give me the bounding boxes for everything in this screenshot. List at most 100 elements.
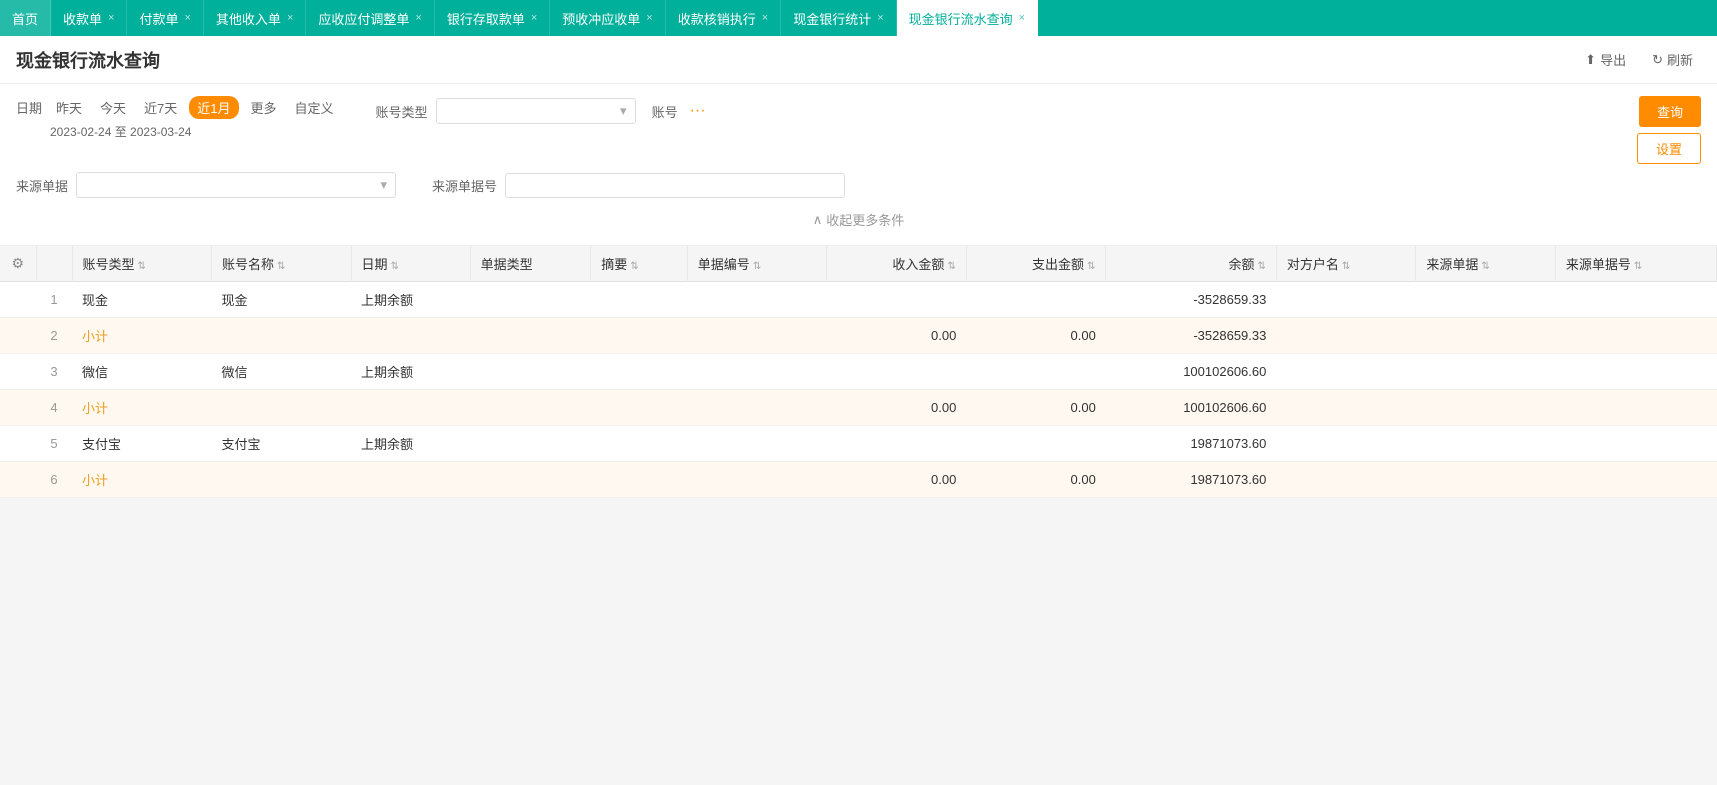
row-expense xyxy=(966,282,1106,318)
row-acct-type: 小计 xyxy=(72,390,212,426)
chevron-up-icon: ∧ xyxy=(813,212,823,228)
close-icon[interactable]: × xyxy=(415,12,421,24)
sort-icon: ⇅ xyxy=(753,261,761,272)
query-button[interactable]: 查询 xyxy=(1639,96,1701,127)
row-doc-no xyxy=(687,462,827,498)
table-row: 2 小计 0.00 0.00 -3528659.33 xyxy=(0,318,1717,354)
row-doc-no xyxy=(687,390,827,426)
col-expense[interactable]: 支出金额⇅ xyxy=(966,246,1106,282)
row-summary xyxy=(591,390,688,426)
col-source-doc-no[interactable]: 来源单据号⇅ xyxy=(1555,246,1716,282)
row-doc-no xyxy=(687,354,827,390)
col-acct-type[interactable]: 账号类型⇅ xyxy=(72,246,212,282)
col-source-doc[interactable]: 来源单据⇅ xyxy=(1416,246,1556,282)
row-balance: 19871073.60 xyxy=(1106,426,1277,462)
tab-receipt[interactable]: 收款单 × xyxy=(51,0,127,36)
row-balance: 100102606.60 xyxy=(1106,390,1277,426)
date-7days[interactable]: 近7天 xyxy=(138,96,183,119)
source-doc-select[interactable]: ▾ xyxy=(76,172,396,198)
row-date xyxy=(351,462,470,498)
row-income xyxy=(827,426,967,462)
close-icon[interactable]: × xyxy=(108,12,114,24)
row-acct-type: 小计 xyxy=(72,318,212,354)
sort-icon: ⇅ xyxy=(1087,261,1095,272)
col-acct-name[interactable]: 账号名称⇅ xyxy=(212,246,352,282)
col-income[interactable]: 收入金额⇅ xyxy=(827,246,967,282)
col-balance[interactable]: 余额⇅ xyxy=(1106,246,1277,282)
tab-home[interactable]: 首页 xyxy=(0,0,51,36)
refresh-button[interactable]: ↻ 刷新 xyxy=(1644,46,1701,73)
close-icon[interactable]: × xyxy=(531,12,537,24)
tab-adjustment[interactable]: 应收应付调整单 × xyxy=(306,0,434,36)
close-icon[interactable]: × xyxy=(184,12,190,24)
row-num-cell: 2 xyxy=(36,318,72,354)
row-date: 上期余额 xyxy=(351,426,470,462)
tab-advance[interactable]: 预收冲应收单 × xyxy=(550,0,665,36)
row-settings-cell xyxy=(0,426,36,462)
row-income xyxy=(827,354,967,390)
close-icon[interactable]: × xyxy=(646,12,652,24)
row-source-doc xyxy=(1416,390,1556,426)
tab-stats[interactable]: 现金银行统计 × xyxy=(781,0,896,36)
chevron-down-icon: ▾ xyxy=(620,103,627,119)
row-settings-cell xyxy=(0,318,36,354)
close-icon[interactable]: × xyxy=(287,12,293,24)
date-1month[interactable]: 近1月 xyxy=(189,96,238,119)
acct-type-select[interactable]: ▾ xyxy=(436,98,636,124)
date-more[interactable]: 更多 xyxy=(245,96,283,119)
close-icon[interactable]: × xyxy=(1019,12,1025,24)
close-icon[interactable]: × xyxy=(877,12,883,24)
row-counterpart xyxy=(1276,462,1416,498)
collapse-bar[interactable]: ∧ 收起更多条件 xyxy=(16,206,1701,233)
topbar: 首页 收款单 × 付款单 × 其他收入单 × 应收应付调整单 × 银行存取款单 … xyxy=(0,0,1717,36)
chevron-down-icon2: ▾ xyxy=(380,177,387,193)
tab-writeoff[interactable]: 收款核销执行 × xyxy=(666,0,781,36)
row-source-doc-no xyxy=(1555,318,1716,354)
row-balance: 100102606.60 xyxy=(1106,354,1277,390)
row-settings-cell xyxy=(0,462,36,498)
date-yesterday[interactable]: 昨天 xyxy=(50,96,88,119)
tab-other-income[interactable]: 其他收入单 × xyxy=(204,0,306,36)
row-acct-name: 现金 xyxy=(212,282,352,318)
col-doc-no[interactable]: 单据编号⇅ xyxy=(687,246,827,282)
gear-icon[interactable]: ⚙ xyxy=(11,255,24,271)
row-income: 0.00 xyxy=(827,462,967,498)
row-date xyxy=(351,390,470,426)
row-acct-name xyxy=(212,462,352,498)
row-summary xyxy=(591,282,688,318)
col-num xyxy=(36,246,72,282)
source-doc-no-input[interactable] xyxy=(505,173,845,198)
sort-icon: ⇅ xyxy=(1257,261,1265,272)
row-source-doc-no xyxy=(1555,462,1716,498)
row-doc-type xyxy=(470,390,591,426)
col-counterpart[interactable]: 对方户名⇅ xyxy=(1276,246,1416,282)
row-doc-no xyxy=(687,426,827,462)
sort-icon: ⇅ xyxy=(138,261,146,272)
sort-icon: ⇅ xyxy=(391,261,399,272)
row-source-doc xyxy=(1416,426,1556,462)
close-icon[interactable]: × xyxy=(762,12,768,24)
col-date[interactable]: 日期⇅ xyxy=(351,246,470,282)
date-custom[interactable]: 自定义 xyxy=(289,96,340,119)
table-header-row: ⚙ 账号类型⇅ 账号名称⇅ 日期⇅ 单据类型 摘要⇅ 单据编号⇅ xyxy=(0,246,1717,282)
source-doc-no-label: 来源单据号 xyxy=(432,176,497,195)
acct-ellipsis-btn[interactable]: ··· xyxy=(686,98,710,124)
table-area: ⚙ 账号类型⇅ 账号名称⇅ 日期⇅ 单据类型 摘要⇅ 单据编号⇅ xyxy=(0,246,1717,498)
export-button[interactable]: ⬆ 导出 xyxy=(1577,46,1634,73)
table-row: 6 小计 0.00 0.00 19871073.60 xyxy=(0,462,1717,498)
tab-payment[interactable]: 付款单 × xyxy=(127,0,203,36)
row-doc-type xyxy=(470,354,591,390)
date-today[interactable]: 今天 xyxy=(94,96,132,119)
row-counterpart xyxy=(1276,390,1416,426)
row-acct-type: 小计 xyxy=(72,462,212,498)
tab-bank-deposit[interactable]: 银行存取款单 × xyxy=(435,0,550,36)
settings-button[interactable]: 设置 xyxy=(1637,133,1701,164)
col-summary[interactable]: 摘要⇅ xyxy=(591,246,688,282)
row-income: 0.00 xyxy=(827,318,967,354)
sort-icon: ⇅ xyxy=(630,261,638,272)
row-counterpart xyxy=(1276,318,1416,354)
export-icon: ⬆ xyxy=(1585,52,1596,68)
date-label: 日期 xyxy=(16,98,42,117)
tab-cashflow-query[interactable]: 现金银行流水查询 × xyxy=(897,0,1038,36)
row-doc-type xyxy=(470,462,591,498)
